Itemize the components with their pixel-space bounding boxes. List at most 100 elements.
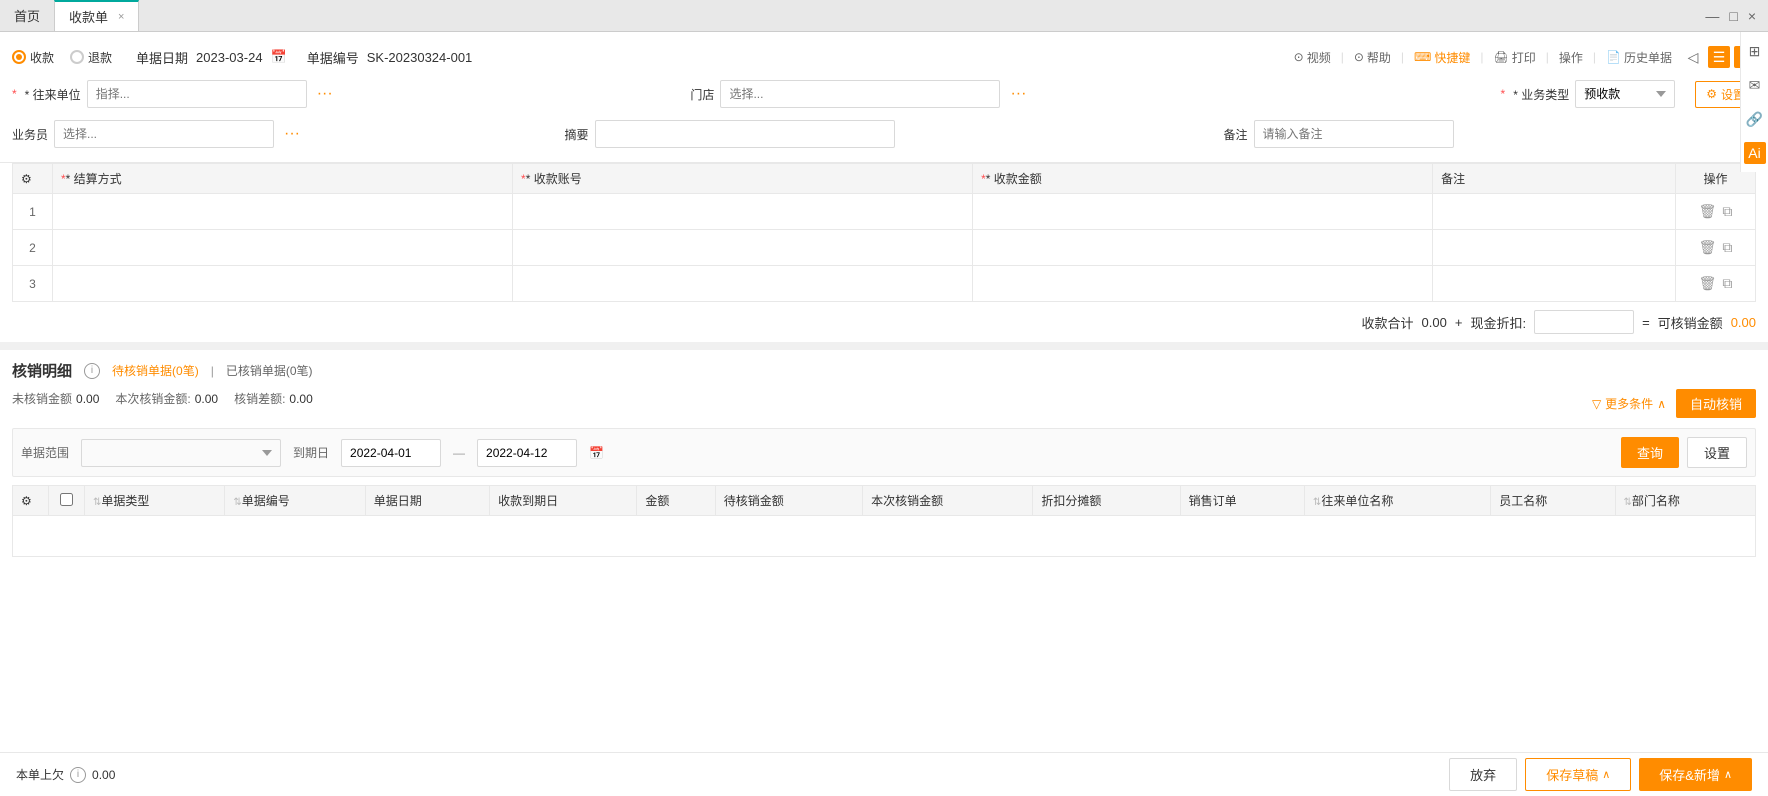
radio-receive-label: 收款 [30,49,54,66]
calendar-from-icon[interactable]: 📅 [589,446,604,460]
verify-action-area: ▽ 更多条件 ∧ 自动核销 [1592,389,1756,418]
table-settings-button[interactable]: 设置 [1687,437,1747,468]
store-dots[interactable]: ··· [1010,85,1026,103]
completed-tab[interactable]: 已核销单据(0笔) [226,362,313,379]
staff-input[interactable] [54,120,274,148]
pending-tab[interactable]: 待核销单据(0笔) [112,362,199,379]
row-2-delete-icon[interactable]: 🗑 [1699,239,1717,256]
row-3-amount[interactable] [973,266,1433,302]
verify-stats: 未核销金额 0.00 本次核销金额: 0.00 核销差额: 0.00 [12,390,313,407]
row-2-note[interactable] [1433,230,1676,266]
shortcut-btn[interactable]: ⌨ 快捷键 [1414,49,1470,66]
row-1-account[interactable] [513,194,973,230]
save-new-arrow[interactable]: ∧ [1724,768,1732,781]
save-new-button[interactable]: 保存&新增 ∧ [1639,758,1752,791]
row-2-account[interactable] [513,230,973,266]
window-maximize[interactable]: □ [1729,8,1737,24]
prev-value: 0.00 [92,768,115,782]
counterpart-required: * [12,87,17,101]
sidebar-link-icon[interactable]: 🔗 [1744,108,1766,130]
row-3-copy-icon[interactable]: ⧉ [1722,275,1732,292]
radio-receive[interactable]: 收款 [12,49,54,66]
footer-right: 放弃 保存草稿 ∧ 保存&新增 ∧ [1449,758,1752,791]
summary-input[interactable] [595,120,895,148]
form-row-2: 业务员 ··· 摘要 备注 [12,114,1756,154]
divider1: | [1341,50,1344,64]
counterpart-field: * * 往来单位 ··· [12,80,670,108]
row-1-amount[interactable] [973,194,1433,230]
counterpart-input[interactable] [87,80,307,108]
search-button[interactable]: 查询 [1621,437,1679,468]
discount-input[interactable] [1534,310,1634,334]
row-3-account[interactable] [513,266,973,302]
footer-left: 本单上欠 i 0.00 [16,766,115,783]
number-value: SK-20230324-001 [367,50,473,65]
bt-col-settings[interactable]: ⚙ [13,486,49,516]
operation-btn[interactable]: 操作 [1559,49,1583,66]
row-1-note[interactable] [1433,194,1676,230]
tab-receipts[interactable]: 收款单 × [54,0,139,31]
bottom-table-wrapper: ⚙ ⇅单据类型 ⇅单据编号 单据日期 收款到期日 金额 待核销金额 本次核销金额… [12,485,1756,557]
row-1-copy-icon[interactable]: ⧉ [1722,203,1732,220]
business-type-select[interactable]: 预收款 收款 [1575,80,1675,108]
calendar-icon[interactable]: 📅 [271,49,287,65]
receipt-table: ⚙ ** 结算方式 ** 收款账号 ** 收款金额 备注 操作 1 [12,163,1756,302]
row-3-note[interactable] [1433,266,1676,302]
row-2-copy-icon[interactable]: ⧉ [1722,239,1732,256]
help-btn[interactable]: ⊙ 帮助 [1354,49,1391,66]
row-2-payment[interactable] [53,230,513,266]
video-label: 视频 [1307,49,1331,66]
doc-header: 收款 退款 单据日期 2023-03-24 📅 单据编号 SK-20230324… [12,40,1756,74]
total-label: 收款合计 [1362,313,1414,332]
auto-cancel-button[interactable]: 自动核销 [1676,389,1756,418]
save-draft-arrow[interactable]: ∧ [1602,768,1610,781]
row-2-amount[interactable] [973,230,1433,266]
row-1-payment[interactable] [53,194,513,230]
radio-refund[interactable]: 退款 [70,49,112,66]
print-btn[interactable]: 🖨 打印 [1494,49,1536,66]
window-close[interactable]: × [1748,8,1756,24]
prev-label: 本单上欠 [16,766,64,783]
ai-text: Ai [1748,145,1760,161]
more-conditions-btn[interactable]: ▽ 更多条件 ∧ [1592,395,1666,412]
range-select[interactable] [81,439,281,467]
select-all-checkbox[interactable] [60,493,73,506]
verify-info-icon[interactable]: i [84,363,100,379]
number-label: 单据编号 [307,48,359,67]
date-from-input[interactable] [341,439,441,467]
note-input[interactable] [1254,120,1454,148]
save-draft-button[interactable]: 保存草稿 ∧ [1525,758,1631,791]
stat-unverified: 未核销金额 0.00 [12,390,99,407]
sidebar-mail-icon[interactable]: ✉ [1744,74,1766,96]
prev-icon[interactable]: ◁ [1682,46,1704,68]
sidebar-camera-icon[interactable]: Ai [1744,142,1766,164]
row-3-payment[interactable] [53,266,513,302]
video-btn[interactable]: ⊙ 视频 [1294,49,1331,66]
tab-separator: | [211,364,214,378]
date-to-input[interactable] [477,439,577,467]
more-conditions-label: 更多条件 [1605,395,1653,412]
footer: 本单上欠 i 0.00 放弃 保存草稿 ∧ 保存&新增 ∧ [0,752,1768,796]
sidebar-table-icon[interactable]: ⊞ [1744,40,1766,62]
history-btn[interactable]: 📄 历史单据 [1606,49,1672,66]
tab-home[interactable]: 首页 [0,0,54,31]
abandon-button[interactable]: 放弃 [1449,758,1517,791]
summary-label: 摘要 [565,126,589,143]
bottom-table-header: ⚙ ⇅单据类型 ⇅单据编号 单据日期 收款到期日 金额 待核销金额 本次核销金额… [13,486,1756,516]
help-icon: ⊙ [1354,50,1364,64]
store-input[interactable] [720,80,1000,108]
list-view-icon[interactable]: ☰ [1708,46,1730,68]
footer-info-icon[interactable]: i [70,767,86,783]
print-label: 打印 [1512,49,1536,66]
staff-dots[interactable]: ··· [284,125,300,143]
bt-col-checkbox[interactable] [49,486,85,516]
window-minimize[interactable]: — [1705,8,1719,24]
row-1-delete-icon[interactable]: 🗑 [1699,203,1717,220]
history-icon: 📄 [1606,50,1621,64]
plus-sign: + [1455,315,1463,330]
bt-col-current: 本次核销金额 [863,486,1033,516]
row-3-delete-icon[interactable]: 🗑 [1699,275,1717,292]
col-settings[interactable]: ⚙ [13,164,53,194]
tab-close-icon[interactable]: × [118,11,124,23]
counterpart-dots[interactable]: ··· [317,85,333,103]
